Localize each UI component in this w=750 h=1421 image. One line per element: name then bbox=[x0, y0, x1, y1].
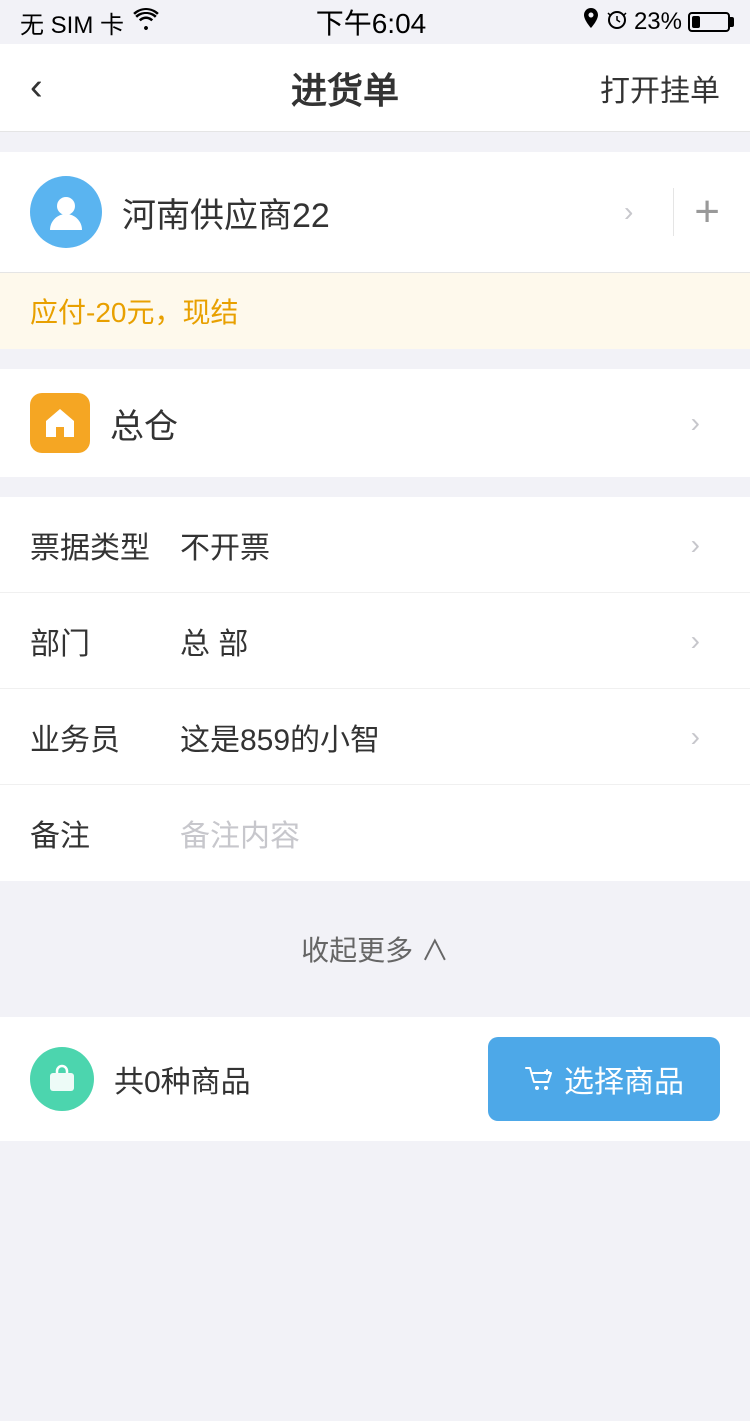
status-right: 23% bbox=[582, 8, 730, 37]
background-fill bbox=[0, 1141, 750, 1421]
department-value: 总 部 bbox=[160, 619, 691, 663]
product-bar: 共0种商品 选择商品 bbox=[0, 1017, 750, 1141]
salesman-row[interactable]: 业务员 这是859的小智 › bbox=[0, 689, 750, 785]
warehouse-row[interactable]: 总仓 › bbox=[0, 369, 750, 477]
carrier-label: 无 SIM 卡 bbox=[20, 5, 124, 40]
form-section: 票据类型 不开票 › 部门 总 部 › 业务员 这是859的小智 › 备注 备注… bbox=[0, 497, 750, 881]
supplier-chevron-icon: › bbox=[624, 196, 633, 228]
notice-banner: 应付-20元，现结 bbox=[0, 273, 750, 349]
alarm-icon bbox=[606, 8, 628, 37]
collapse-label: 收起更多 ∧ bbox=[301, 929, 449, 969]
top-divider bbox=[0, 132, 750, 152]
ticket-type-label: 票据类型 bbox=[30, 523, 160, 567]
page-title: 进货单 bbox=[291, 62, 399, 114]
warehouse-section: 总仓 › bbox=[0, 369, 750, 477]
ticket-type-value: 不开票 bbox=[160, 523, 691, 567]
product-icon-bg bbox=[30, 1047, 94, 1111]
salesman-chevron-icon: › bbox=[691, 721, 700, 753]
supplier-row[interactable]: 河南供应商22 › + bbox=[0, 152, 750, 273]
department-chevron-icon: › bbox=[691, 625, 700, 657]
nav-bar: ‹ 进货单 打开挂单 bbox=[0, 44, 750, 132]
person-icon bbox=[44, 190, 88, 234]
wifi-icon bbox=[132, 8, 160, 37]
select-product-button[interactable]: 选择商品 bbox=[488, 1037, 720, 1121]
bag-icon bbox=[44, 1061, 80, 1097]
supplier-name: 河南供应商22 bbox=[122, 188, 624, 237]
warehouse-name: 总仓 bbox=[110, 399, 691, 448]
status-bar: 无 SIM 卡 下午6:04 23% bbox=[0, 0, 750, 44]
add-button[interactable]: + bbox=[694, 190, 720, 234]
ticket-type-row[interactable]: 票据类型 不开票 › bbox=[0, 497, 750, 593]
status-time: 下午6:04 bbox=[316, 2, 427, 42]
ticket-type-chevron-icon: › bbox=[691, 529, 700, 561]
notice-text: 应付-20元，现结 bbox=[30, 297, 238, 328]
remark-row[interactable]: 备注 备注内容 bbox=[0, 785, 750, 881]
department-row[interactable]: 部门 总 部 › bbox=[0, 593, 750, 689]
house-icon bbox=[42, 405, 78, 441]
supplier-section: 河南供应商22 › + 应付-20元，现结 bbox=[0, 152, 750, 349]
status-left: 无 SIM 卡 bbox=[20, 5, 160, 40]
remark-label: 备注 bbox=[30, 811, 160, 855]
salesman-value: 这是859的小智 bbox=[160, 715, 691, 759]
cart-icon bbox=[524, 1066, 554, 1092]
remark-input[interactable]: 备注内容 bbox=[160, 811, 720, 855]
location-icon bbox=[582, 8, 600, 37]
salesman-label: 业务员 bbox=[30, 715, 160, 759]
battery-icon bbox=[688, 12, 730, 32]
collapse-row[interactable]: 收起更多 ∧ bbox=[0, 901, 750, 997]
department-label: 部门 bbox=[30, 619, 160, 663]
back-button[interactable]: ‹ bbox=[30, 66, 90, 109]
warehouse-chevron-icon: › bbox=[691, 407, 700, 439]
battery-percent: 23% bbox=[634, 8, 682, 36]
warehouse-icon-bg bbox=[30, 393, 90, 453]
select-product-label: 选择商品 bbox=[564, 1057, 684, 1101]
product-count: 共0种商品 bbox=[114, 1057, 488, 1101]
open-pending-button[interactable]: 打开挂单 bbox=[600, 66, 720, 110]
vertical-divider bbox=[673, 188, 674, 236]
supplier-avatar bbox=[30, 176, 102, 248]
